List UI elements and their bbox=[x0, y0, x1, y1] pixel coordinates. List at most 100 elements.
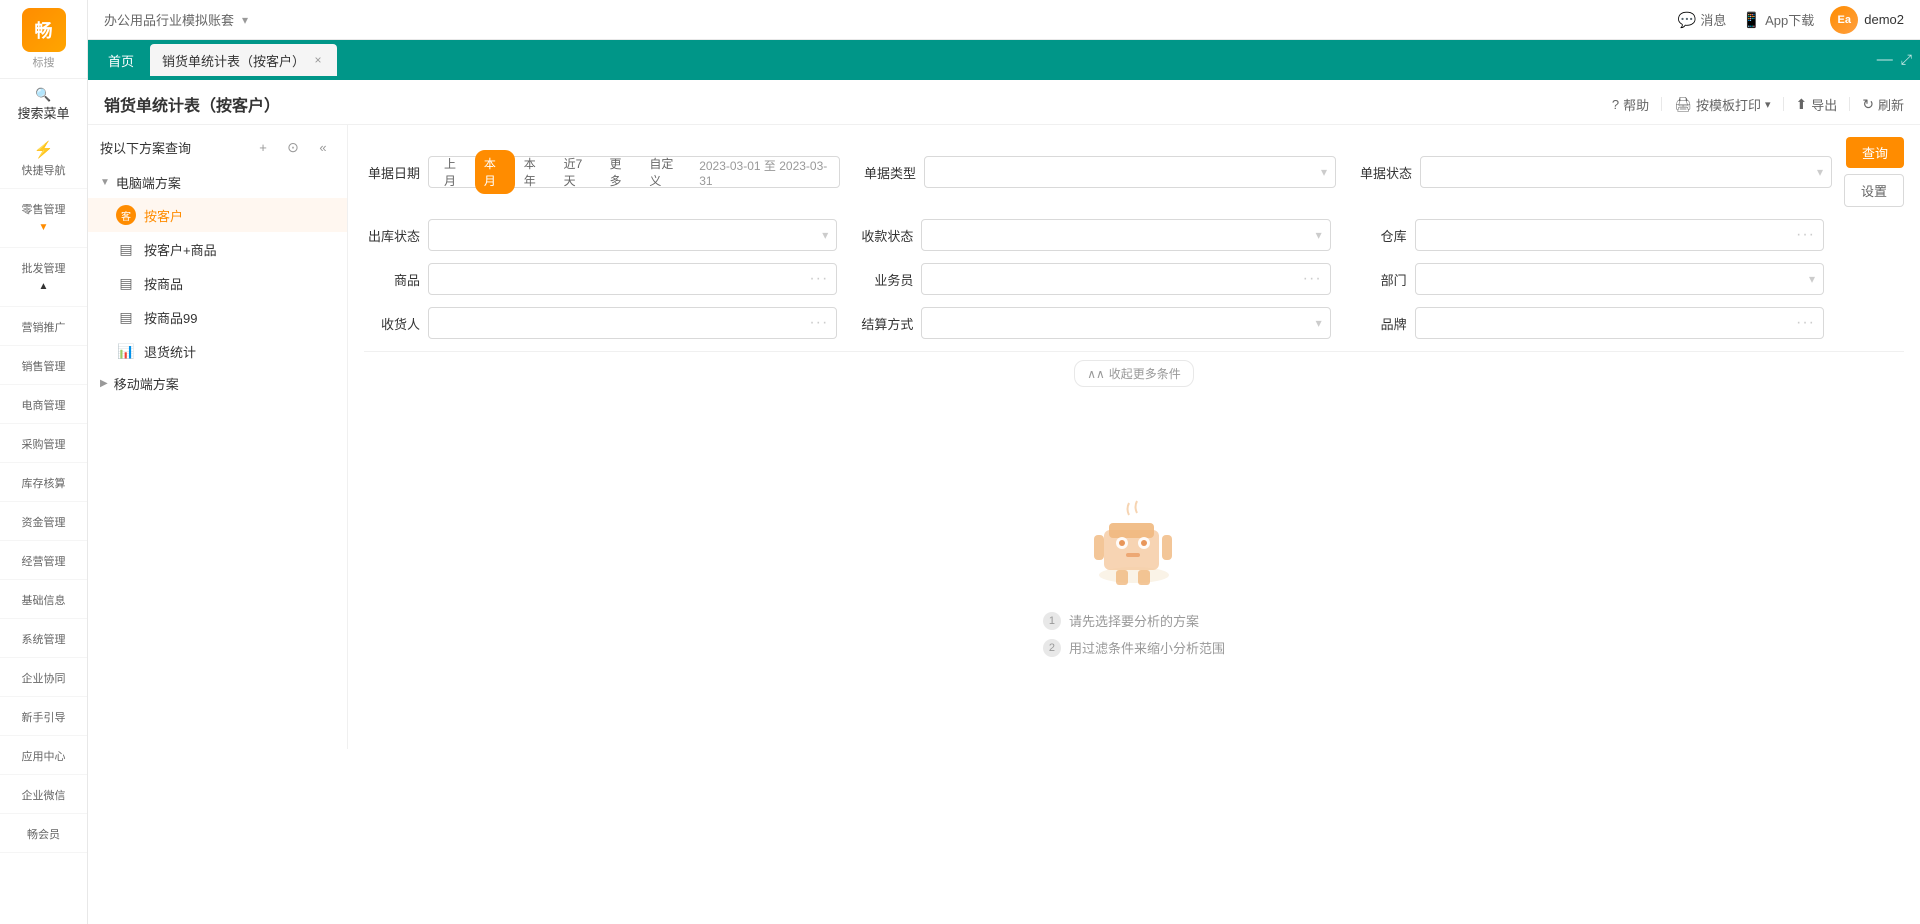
order-type-control[interactable]: ▾ bbox=[924, 156, 1336, 188]
settings-button[interactable]: 设置 bbox=[1844, 174, 1904, 207]
tab-minimize-button[interactable]: — bbox=[1877, 51, 1893, 69]
empty-state: 1 请先选择要分析的方案 2 用过滤条件来缩小分析范围 bbox=[364, 395, 1904, 737]
edit-scheme-button[interactable]: ⊙ bbox=[281, 135, 305, 159]
sidebar-item-basic[interactable]: 基础信息 bbox=[0, 580, 87, 619]
recipient-control[interactable]: ··· bbox=[428, 307, 837, 339]
filter-order-type: 单据类型 ▾ bbox=[860, 156, 1336, 188]
empty-step-2: 2 用过滤条件来缩小分析范围 bbox=[1043, 638, 1225, 657]
print-dropdown-icon: ▾ bbox=[1765, 98, 1771, 111]
scheme-item-by-customer[interactable]: 客 按客户 bbox=[88, 198, 347, 232]
order-type-dropdown-icon: ▾ bbox=[1321, 165, 1327, 179]
salesperson-control[interactable]: ··· bbox=[921, 263, 1330, 295]
user-name: demo2 bbox=[1864, 12, 1904, 27]
filter-warehouse: 仓库 ··· bbox=[1351, 219, 1824, 251]
sidebar-item-ecommerce[interactable]: 电商管理 bbox=[0, 385, 87, 424]
print-dropdown-button[interactable]: 🖨 按模板打印 ▾ bbox=[1674, 95, 1770, 114]
mobile-group-expand-icon: ▶ bbox=[100, 378, 108, 389]
empty-steps: 1 请先选择要分析的方案 2 用过滤条件来缩小分析范围 bbox=[1043, 611, 1225, 657]
filter-date: 单据日期 上月 本月 本年 近7天 更多 自定义 bbox=[364, 156, 840, 188]
help-button[interactable]: ? 帮助 bbox=[1612, 95, 1649, 114]
scheme-item-goods99[interactable]: ▤ 按商品99 bbox=[88, 300, 347, 334]
brand-control[interactable]: ··· bbox=[1415, 307, 1824, 339]
sidebar-item-quick-nav[interactable]: ⚡ 快捷导航 bbox=[0, 130, 87, 189]
scheme-group-desktop-header[interactable]: ▼ 电脑端方案 bbox=[88, 167, 347, 198]
scheme-group-desktop: ▼ 电脑端方案 客 按客户 ▤ 按客户+商品 ▤ bbox=[88, 167, 347, 368]
tab-home[interactable]: 首页 bbox=[96, 44, 146, 76]
filter-recipient: 收货人 ··· bbox=[364, 307, 837, 339]
main-area: 办公用品行业模拟账套 ▾ 💬 消息 📱 App下载 Ea demo2 首页 bbox=[88, 0, 1920, 924]
scheme-item-customer-goods[interactable]: ▤ 按客户+商品 bbox=[88, 232, 347, 266]
help-label: 帮助 bbox=[1623, 95, 1649, 114]
sidebar-item-guide[interactable]: 新手引导 bbox=[0, 697, 87, 736]
print-label: 按模板打印 bbox=[1696, 95, 1761, 114]
date-tab-last-month[interactable]: 上月 bbox=[435, 150, 475, 194]
page-content: 销货单统计表（按客户） ? 帮助 🖨 按模板打印 ▾ ⬆ bbox=[88, 80, 1920, 924]
date-tab-this-year[interactable]: 本年 bbox=[515, 150, 555, 194]
filter-brand: 品牌 ··· bbox=[1351, 307, 1824, 339]
sidebar-item-system[interactable]: 系统管理 bbox=[0, 619, 87, 658]
refresh-button[interactable]: ↻ 刷新 bbox=[1862, 95, 1904, 114]
filter-order-status: 单据状态 ▾ bbox=[1356, 156, 1832, 188]
sidebar-item-sales[interactable]: 销售管理 bbox=[0, 346, 87, 385]
header-right: 💬 消息 📱 App下载 Ea demo2 bbox=[1678, 6, 1904, 34]
page-header: 销货单统计表（按客户） ? 帮助 🖨 按模板打印 ▾ ⬆ bbox=[88, 80, 1920, 125]
sidebar-item-inventory[interactable]: 库存核算 bbox=[0, 463, 87, 502]
sidebar-item-wholesale[interactable]: 批发管理 ▲ bbox=[0, 248, 87, 307]
header-dropdown-icon[interactable]: ▾ bbox=[242, 13, 248, 27]
sidebar-item-search[interactable]: 🔍 搜索菜单 bbox=[0, 79, 87, 130]
order-status-control[interactable]: ▾ bbox=[1420, 156, 1832, 188]
message-button[interactable]: 💬 消息 bbox=[1678, 10, 1727, 29]
date-tab-custom[interactable]: 自定义 bbox=[640, 150, 691, 194]
tab-sales-stats[interactable]: 销货单统计表（按客户） × bbox=[150, 44, 337, 76]
step1-label: 请先选择要分析的方案 bbox=[1069, 611, 1199, 630]
sidebar-item-retail[interactable]: 零售管理 ▼ bbox=[0, 189, 87, 248]
tab-maximize-button[interactable]: ⤢ bbox=[1901, 51, 1912, 69]
avatar: Ea bbox=[1830, 6, 1858, 34]
page-actions: ? 帮助 🖨 按模板打印 ▾ ⬆ 导出 bbox=[1612, 95, 1904, 114]
collapse-panel-button[interactable]: « bbox=[311, 135, 335, 159]
stock-status-control[interactable]: ▾ bbox=[428, 219, 837, 251]
step1-num: 1 bbox=[1043, 612, 1061, 630]
sidebar-item-member[interactable]: 畅会员 bbox=[0, 814, 87, 853]
add-scheme-button[interactable]: + bbox=[251, 135, 275, 159]
settlement-label: 结算方式 bbox=[857, 314, 913, 333]
query-button[interactable]: 查询 bbox=[1846, 137, 1904, 168]
scheme-item-return-stats[interactable]: 📊 退货统计 bbox=[88, 334, 347, 368]
left-panel: 按以下方案查询 + ⊙ « bbox=[88, 125, 348, 749]
settlement-control[interactable]: ▾ bbox=[921, 307, 1330, 339]
edit-icon: ⊙ bbox=[287, 139, 299, 156]
collapse-button[interactable]: ∧∧ 收起更多条件 bbox=[1074, 360, 1194, 387]
sidebar-item-operation[interactable]: 经营管理 bbox=[0, 541, 87, 580]
export-icon: ⬆ bbox=[1796, 96, 1808, 113]
left-panel-actions: + ⊙ « bbox=[251, 135, 335, 159]
date-tab-last7days[interactable]: 近7天 bbox=[555, 150, 601, 194]
tab-close-button[interactable]: × bbox=[311, 53, 325, 67]
sidebar-item-purchase[interactable]: 采购管理 bbox=[0, 424, 87, 463]
scheme-group-mobile-label: 移动端方案 bbox=[114, 374, 179, 393]
collapse-up-icon: ∧∧ bbox=[1087, 367, 1105, 381]
department-control[interactable]: ▾ bbox=[1415, 263, 1824, 295]
sidebar-item-finance[interactable]: 资金管理 bbox=[0, 502, 87, 541]
export-button[interactable]: ⬆ 导出 bbox=[1796, 95, 1838, 114]
warehouse-control[interactable]: ··· bbox=[1415, 219, 1824, 251]
sidebar-item-enterprise[interactable]: 企业协同 bbox=[0, 658, 87, 697]
header-title: 办公用品行业模拟账套 bbox=[104, 10, 234, 29]
message-label: 消息 bbox=[1700, 10, 1726, 29]
sidebar-item-marketing[interactable]: 营销推广 bbox=[0, 307, 87, 346]
sidebar-item-apps[interactable]: 应用中心 bbox=[0, 736, 87, 775]
top-header: 办公用品行业模拟账套 ▾ 💬 消息 📱 App下载 Ea demo2 bbox=[88, 0, 1920, 40]
date-tab-more[interactable]: 更多 bbox=[601, 150, 641, 194]
payment-status-control[interactable]: ▾ bbox=[921, 219, 1330, 251]
app-download-label: App下载 bbox=[1765, 10, 1814, 29]
app-download-button[interactable]: 📱 App下载 bbox=[1742, 10, 1814, 29]
divider1 bbox=[1661, 97, 1662, 111]
right-panel: 单据日期 上月 本月 本年 近7天 更多 自定义 bbox=[348, 125, 1920, 749]
scheme-group-mobile-header[interactable]: ▶ 移动端方案 bbox=[88, 368, 347, 399]
scheme-item-by-goods[interactable]: ▤ 按商品 bbox=[88, 266, 347, 300]
date-filter-control[interactable]: 上月 本月 本年 近7天 更多 自定义 2023-03-01 至 2023-03… bbox=[428, 156, 840, 188]
sidebar-item-wechat[interactable]: 企业微信 bbox=[0, 775, 87, 814]
date-tab-this-month[interactable]: 本月 bbox=[475, 150, 515, 194]
goods-control[interactable]: ··· bbox=[428, 263, 837, 295]
stock-status-label: 出库状态 bbox=[364, 226, 420, 245]
user-profile[interactable]: Ea demo2 bbox=[1830, 6, 1904, 34]
